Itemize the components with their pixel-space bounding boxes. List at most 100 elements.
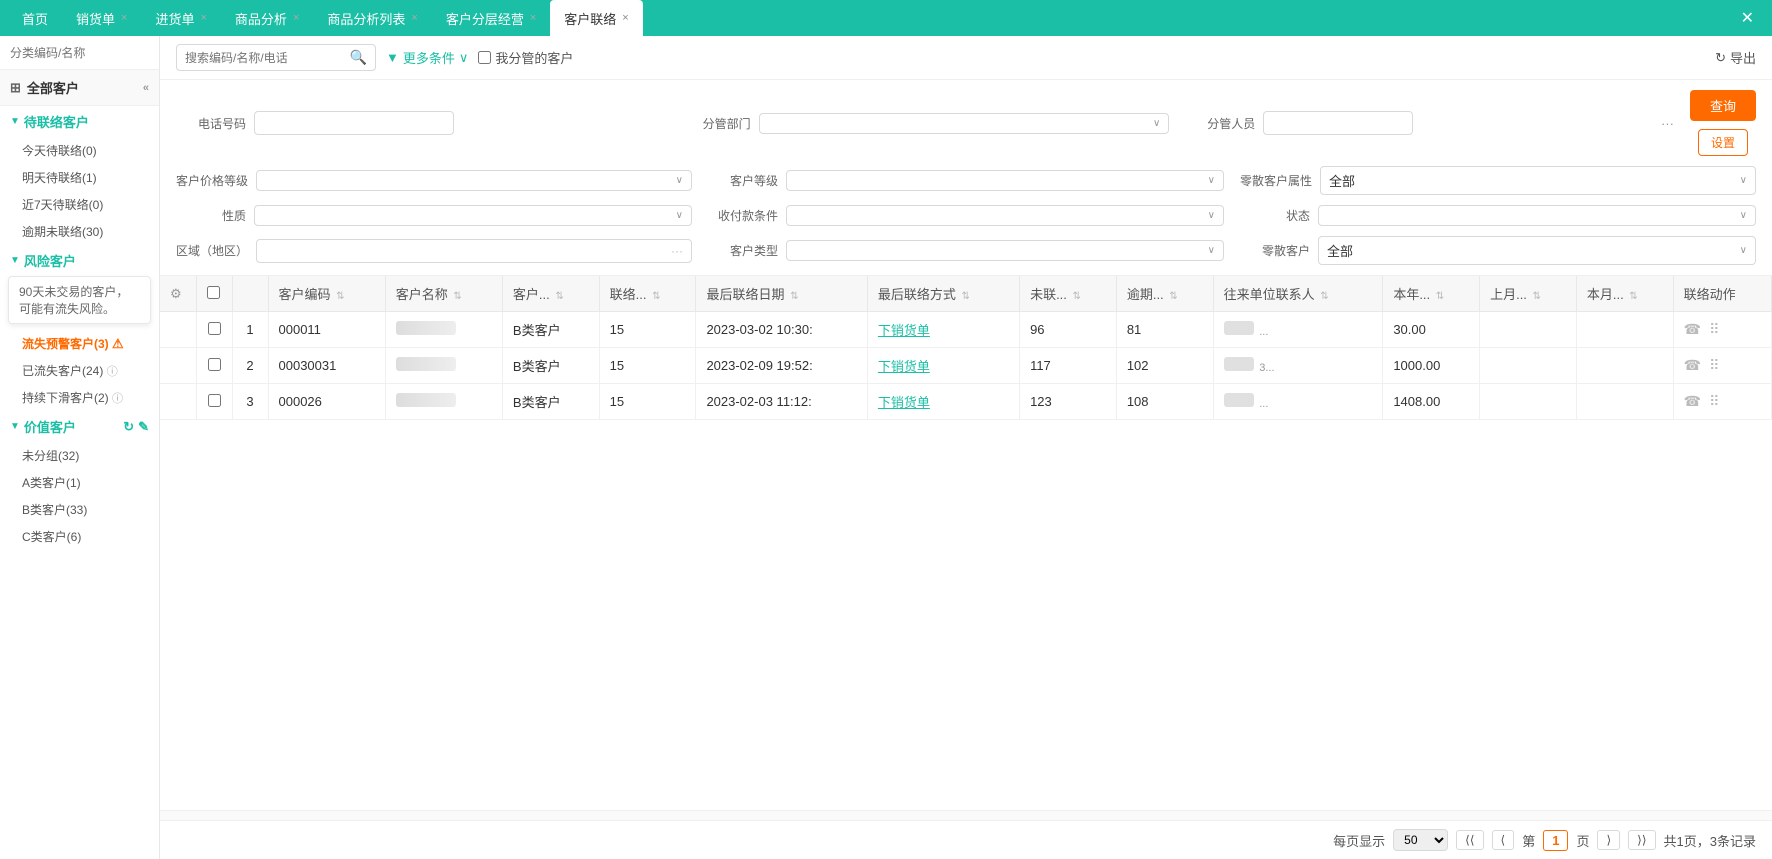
status-select[interactable]: ∨ xyxy=(1318,205,1756,226)
unit-contact-extra-2: ... xyxy=(1259,398,1268,410)
th-this-year: 本年... ⇅ xyxy=(1383,276,1480,312)
td-checkbox-1[interactable] xyxy=(196,348,232,384)
sort-last-date-icon[interactable]: ⇅ xyxy=(790,291,798,302)
last-method-link-2[interactable]: 下销货单 xyxy=(878,395,930,410)
customer-type-select[interactable]: ∨ xyxy=(786,240,1224,261)
more-action-icon-1[interactable]: ⠿ xyxy=(1709,357,1719,374)
customer-level-select[interactable]: ∨ xyxy=(786,170,1224,191)
current-page: 1 xyxy=(1543,830,1568,851)
tab-customer-tier[interactable]: 客户分层经营 × xyxy=(432,0,550,36)
gear-icon[interactable]: ⚙ xyxy=(170,286,182,301)
dept-chevron-icon: ∨ xyxy=(1153,118,1160,129)
dept-select[interactable]: ∨ xyxy=(759,113,1170,134)
sidebar-collapse-icon[interactable]: « xyxy=(143,82,149,94)
sidebar-item-churn-warning[interactable]: 流失预警客户(3) ⚠ xyxy=(0,330,159,357)
main-layout: 🔍 ⊞ 全部客户 « ▼ 待联络客户 今天待联络(0) 明天待联络(1) 近7天… xyxy=(0,36,1772,859)
close-tab-product-analysis-list[interactable]: × xyxy=(411,12,417,24)
my-customers-checkbox[interactable] xyxy=(478,51,491,64)
more-action-icon-0[interactable]: ⠿ xyxy=(1709,321,1719,338)
blurred-unit-contact-0 xyxy=(1224,321,1254,335)
more-action-icon-2[interactable]: ⠿ xyxy=(1709,393,1719,410)
first-page-button[interactable]: ⟨⟨ xyxy=(1456,830,1483,850)
region-dots-icon[interactable]: ··· xyxy=(671,244,683,258)
close-tab-purchase[interactable]: × xyxy=(200,12,206,24)
contact-action-icon-0[interactable]: ☎ xyxy=(1684,321,1701,338)
sidebar-search-input[interactable] xyxy=(10,46,160,60)
td-last-date-1: 2023-02-09 19:52: xyxy=(696,348,867,384)
sidebar-item-today[interactable]: 今天待联络(0) xyxy=(0,137,159,164)
th-this-month: 本月... ⇅ xyxy=(1576,276,1673,312)
sidebar-item-b-class[interactable]: B类客户(33) xyxy=(0,496,159,523)
sidebar-all-customers[interactable]: ⊞ 全部客户 « xyxy=(0,70,159,106)
query-button[interactable]: 查询 xyxy=(1690,90,1756,121)
contact-action-icon-1[interactable]: ☎ xyxy=(1684,357,1701,374)
sort-overdue-icon[interactable]: ⇅ xyxy=(1169,291,1177,302)
sidebar-item-ungrouped[interactable]: 未分组(32) xyxy=(0,442,159,469)
last-method-link-0[interactable]: 下销货单 xyxy=(878,323,930,338)
td-this-year-2: 1408.00 xyxy=(1383,384,1480,420)
sidebar-item-7days[interactable]: 近7天待联络(0) xyxy=(0,191,159,218)
sort-level-icon[interactable]: ⇅ xyxy=(555,291,563,302)
sidebar-group-header-pending[interactable]: ▼ 待联络客户 xyxy=(0,106,159,137)
prev-page-button[interactable]: ⟨ xyxy=(1492,830,1515,850)
sort-name-icon[interactable]: ⇅ xyxy=(453,291,461,302)
tab-purchase[interactable]: 进货单 × xyxy=(141,0,220,36)
sort-code-icon[interactable]: ⇅ xyxy=(336,291,344,302)
person-input[interactable] xyxy=(1263,111,1413,135)
sidebar-group-header-risk[interactable]: ▼ 风险客户 xyxy=(0,245,159,276)
sort-this-month-icon[interactable]: ⇅ xyxy=(1629,291,1637,302)
row-checkbox-1[interactable] xyxy=(208,358,221,371)
tab-product-analysis-list[interactable]: 商品分析列表 × xyxy=(313,0,431,36)
th-gear[interactable]: ⚙ xyxy=(160,276,196,312)
td-last-method-1[interactable]: 下销货单 xyxy=(867,348,1019,384)
sort-this-year-icon[interactable]: ⇅ xyxy=(1436,291,1444,302)
close-tab-product-analysis[interactable]: × xyxy=(293,12,299,24)
td-level-0: B类客户 xyxy=(502,312,599,348)
td-checkbox-0[interactable] xyxy=(196,312,232,348)
phone-input[interactable] xyxy=(254,111,454,135)
region-select[interactable]: ··· xyxy=(256,239,692,263)
sidebar-group-header-value[interactable]: ▼ 价值客户 ↻ ✎ xyxy=(0,411,159,442)
sidebar-item-declining[interactable]: 持续下滑客户(2) ⓘ xyxy=(0,384,159,411)
sidebar-item-c-class[interactable]: C类客户(6) xyxy=(0,523,159,550)
person-dots-icon[interactable]: ··· xyxy=(1661,116,1674,131)
sort-last-month-icon[interactable]: ⇅ xyxy=(1533,291,1541,302)
payment-select[interactable]: ∨ xyxy=(786,205,1224,226)
close-tab-customer-contact[interactable]: × xyxy=(622,12,628,24)
sort-last-method-icon[interactable]: ⇅ xyxy=(961,291,969,302)
next-page-button[interactable]: ⟩ xyxy=(1597,830,1620,850)
last-page-button[interactable]: ⟩⟩ xyxy=(1628,830,1655,850)
credit-attr-select[interactable]: 全部 ∨ xyxy=(1320,166,1756,195)
retail-select[interactable]: 全部 ∨ xyxy=(1318,236,1756,265)
export-button[interactable]: ↻ 导出 xyxy=(1715,48,1756,67)
close-tab-sales[interactable]: × xyxy=(121,12,127,24)
price-level-select[interactable]: ∨ xyxy=(256,170,692,191)
settings-button[interactable]: 设置 xyxy=(1698,129,1748,156)
tab-customer-contact[interactable]: 客户联络 × xyxy=(550,0,642,36)
tab-sales[interactable]: 销货单 × xyxy=(62,0,141,36)
tab-product-analysis[interactable]: 商品分析 × xyxy=(221,0,313,36)
tab-home[interactable]: 首页 xyxy=(8,0,62,36)
sidebar-item-tomorrow[interactable]: 明天待联络(1) xyxy=(0,164,159,191)
filter-search-input[interactable] xyxy=(185,51,350,65)
last-method-link-1[interactable]: 下销货单 xyxy=(878,359,930,374)
select-all-checkbox[interactable] xyxy=(207,286,220,299)
contact-action-icon-2[interactable]: ☎ xyxy=(1684,393,1701,410)
credit-attr-chevron-icon: ∨ xyxy=(1740,175,1747,186)
td-last-method-2[interactable]: 下销货单 xyxy=(867,384,1019,420)
sort-contact-icon[interactable]: ⇅ xyxy=(652,291,660,302)
sidebar-item-churned[interactable]: 已流失客户(24) ⓘ xyxy=(0,357,159,384)
sort-uncontact-icon[interactable]: ⇅ xyxy=(1073,291,1081,302)
row-checkbox-2[interactable] xyxy=(208,394,221,407)
row-checkbox-0[interactable] xyxy=(208,322,221,335)
more-conditions-button[interactable]: ▼ 更多条件 ∨ xyxy=(386,48,468,67)
gender-select[interactable]: ∨ xyxy=(254,205,692,226)
sidebar-item-overdue[interactable]: 逾期未联络(30) xyxy=(0,218,159,245)
close-tab-customer-tier[interactable]: × xyxy=(530,12,536,24)
sort-unit-contact-icon[interactable]: ⇅ xyxy=(1320,291,1328,302)
td-last-method-0[interactable]: 下销货单 xyxy=(867,312,1019,348)
sidebar-item-a-class[interactable]: A类客户(1) xyxy=(0,469,159,496)
close-all-tabs[interactable]: ✕ xyxy=(1731,8,1764,28)
page-size-select[interactable]: 50 100 200 xyxy=(1393,829,1448,851)
td-checkbox-2[interactable] xyxy=(196,384,232,420)
